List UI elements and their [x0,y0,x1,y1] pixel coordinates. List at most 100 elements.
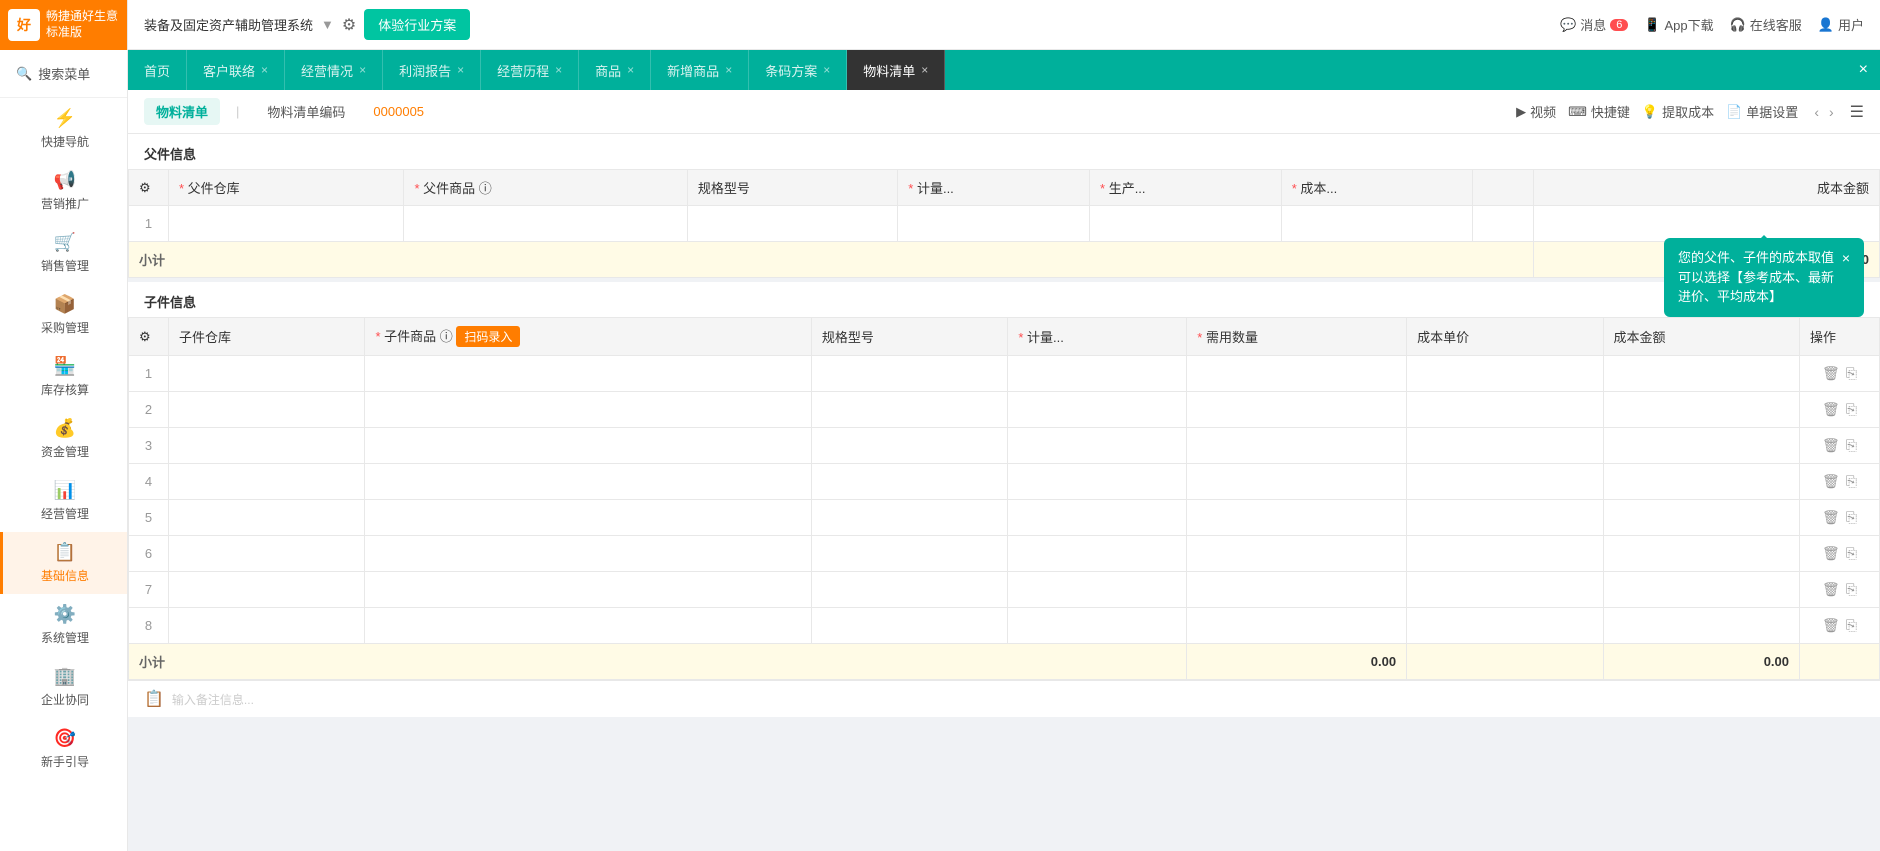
copy-icon[interactable]: ⎘ [1846,509,1857,526]
sidebar-item-quick-nav[interactable]: ⚡ 快捷导航 [0,98,127,160]
child-row-8-product[interactable] [365,608,811,644]
copy-icon[interactable]: ⎘ [1846,473,1857,490]
list-view-icon[interactable]: ☰ [1850,102,1864,122]
child-row-5-warehouse[interactable] [169,500,365,536]
sidebar-item-finance[interactable]: 💰 资金管理 [0,408,127,470]
child-row-3-unit-cost[interactable] [1407,428,1603,464]
delete-icon[interactable]: 🗑 [1822,365,1840,382]
child-row-4-unit[interactable] [1008,464,1187,500]
copy-icon[interactable]: ⎘ [1846,365,1857,382]
child-row-7-warehouse[interactable] [169,572,365,608]
tab-profit-close[interactable]: × [457,63,464,77]
try-btn[interactable]: 体验行业方案 [364,9,470,40]
child-row-5-product[interactable] [365,500,811,536]
child-row-8-unit[interactable] [1008,608,1187,644]
child-row-2-unit-cost[interactable] [1407,392,1603,428]
tab-barcode-close[interactable]: × [823,63,830,77]
child-row-4-unit-cost[interactable] [1407,464,1603,500]
dropdown-arrow-icon[interactable]: ▼ [321,17,334,32]
child-row-5-unit-cost[interactable] [1407,500,1603,536]
child-row-1-warehouse[interactable] [169,356,365,392]
tab-goods[interactable]: 商品 × [579,50,651,90]
delete-icon[interactable]: 🗑 [1822,509,1840,526]
tab-customer-close[interactable]: × [261,63,268,77]
tab-ops-status[interactable]: 经营情况 × [285,50,383,90]
nav-prev[interactable]: ‹ [1810,102,1823,122]
child-row-3-unit[interactable] [1008,428,1187,464]
parent-row-1-production[interactable] [1090,206,1282,242]
child-row-3-qty[interactable] [1187,428,1407,464]
child-row-8-qty[interactable] [1187,608,1407,644]
child-row-6-unit-cost[interactable] [1407,536,1603,572]
child-row-6-qty[interactable] [1187,536,1407,572]
sidebar-item-basic-info[interactable]: 📋 基础信息 [0,532,127,594]
child-row-2-unit[interactable] [1008,392,1187,428]
tab-ops-status-close[interactable]: × [359,63,366,77]
child-row-7-qty[interactable] [1187,572,1407,608]
copy-icon[interactable]: ⎘ [1846,437,1857,454]
sidebar-item-enterprise[interactable]: 🏢 企业协同 [0,656,127,718]
child-col-settings[interactable]: ⚙ [129,318,169,356]
delete-icon[interactable]: 🗑 [1822,437,1840,454]
child-row-4-qty[interactable] [1187,464,1407,500]
child-row-5-unit[interactable] [1008,500,1187,536]
child-row-1-spec[interactable] [811,356,1007,392]
tab-ops-history[interactable]: 经营历程 × [481,50,579,90]
breadcrumb-bom-list[interactable]: 物料清单 [144,98,220,125]
child-row-7-unit[interactable] [1008,572,1187,608]
copy-icon[interactable]: ⎘ [1846,581,1857,598]
child-row-1-product[interactable] [365,356,811,392]
tab-bar-close[interactable]: × [1847,61,1880,79]
child-row-1-unit[interactable] [1008,356,1187,392]
child-row-2-product[interactable] [365,392,811,428]
child-row-7-spec[interactable] [811,572,1007,608]
sidebar-item-operations[interactable]: 📊 经营管理 [0,470,127,532]
copy-icon[interactable]: ⎘ [1846,545,1857,562]
parent-row-1-warehouse[interactable] [169,206,404,242]
tab-ops-history-close[interactable]: × [555,63,562,77]
delete-icon[interactable]: 🗑 [1822,401,1840,418]
tab-home[interactable]: 首页 [128,50,187,90]
tab-goods-close[interactable]: × [627,63,634,77]
delete-icon[interactable]: 🗑 [1822,581,1840,598]
copy-icon[interactable]: ⎘ [1846,617,1857,634]
parent-row-1-spec[interactable] [687,206,897,242]
user-button[interactable]: 👤 用户 [1818,15,1864,34]
settings-action[interactable]: 📄 单据设置 [1726,102,1798,121]
tab-customer[interactable]: 客户联络 × [187,50,285,90]
parent-row-1-product[interactable] [404,206,687,242]
sidebar-item-marketing[interactable]: 📢 营销推广 [0,160,127,222]
tab-barcode[interactable]: 条码方案 × [749,50,847,90]
delete-icon[interactable]: 🗑 [1822,617,1840,634]
nav-next[interactable]: › [1825,102,1838,122]
child-row-3-product[interactable] [365,428,811,464]
parent-row-1-cost[interactable] [1281,206,1473,242]
message-button[interactable]: 💬 消息 6 [1560,15,1628,34]
parent-col-settings[interactable]: ⚙ [129,170,169,206]
child-row-8-warehouse[interactable] [169,608,365,644]
copy-icon[interactable]: ⎘ [1846,401,1857,418]
delete-icon[interactable]: 🗑 [1822,545,1840,562]
sidebar-item-system[interactable]: ⚙️ 系统管理 [0,594,127,656]
tooltip-close-button[interactable]: × [1842,248,1850,269]
child-row-6-spec[interactable] [811,536,1007,572]
sidebar-item-purchase[interactable]: 📦 采购管理 [0,284,127,346]
tab-profit-report[interactable]: 利润报告 × [383,50,481,90]
child-row-8-spec[interactable] [811,608,1007,644]
delete-icon[interactable]: 🗑 [1822,473,1840,490]
tab-new-goods[interactable]: 新增商品 × [651,50,749,90]
child-row-6-product[interactable] [365,536,811,572]
cost-action[interactable]: 💡 提取成本 [1642,102,1714,121]
sidebar-item-inventory[interactable]: 🏪 库存核算 [0,346,127,408]
view-action[interactable]: ▶ 视频 [1516,102,1556,121]
child-row-4-product[interactable] [365,464,811,500]
child-row-4-warehouse[interactable] [169,464,365,500]
online-service-button[interactable]: 🎧 在线客服 [1730,15,1802,34]
child-row-5-qty[interactable] [1187,500,1407,536]
child-row-1-qty[interactable] [1187,356,1407,392]
child-row-7-unit-cost[interactable] [1407,572,1603,608]
child-row-1-unit-cost[interactable] [1407,356,1603,392]
sidebar-item-guide[interactable]: 🎯 新手引导 [0,718,127,780]
scan-input-button[interactable]: 扫码录入 [456,326,520,347]
child-row-3-spec[interactable] [811,428,1007,464]
